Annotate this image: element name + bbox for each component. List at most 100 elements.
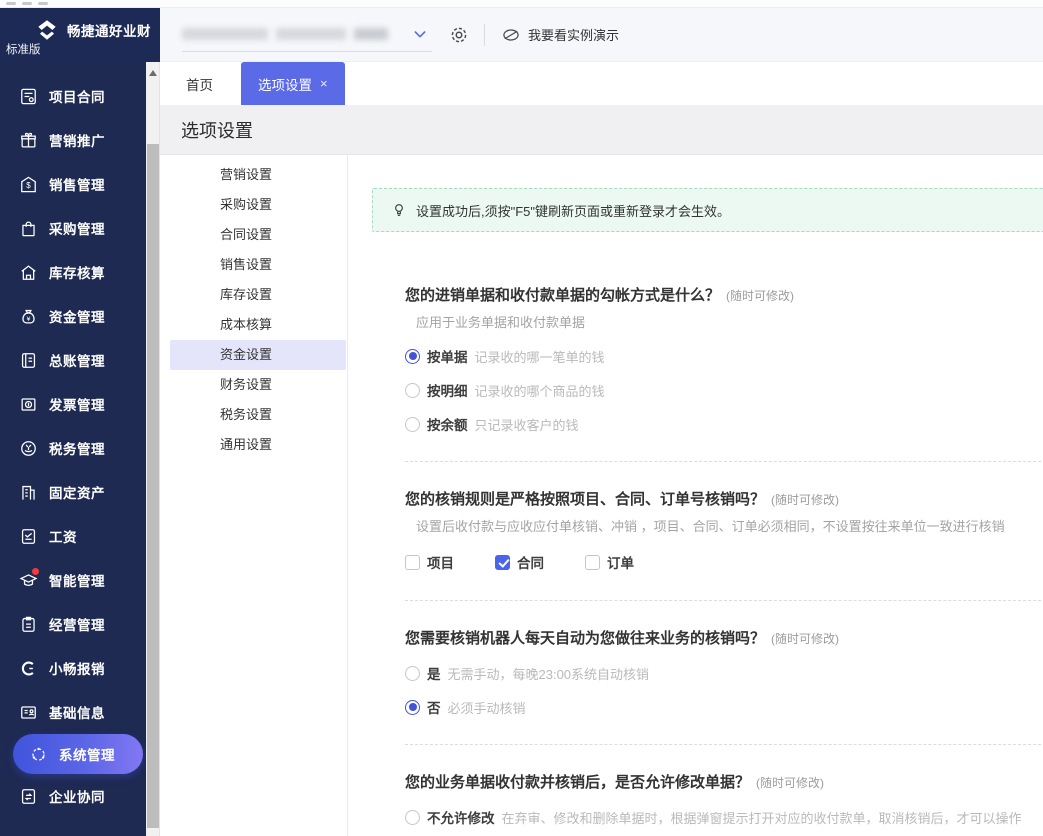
scroll-up-arrow[interactable] [149, 70, 157, 76]
module-sidebar: 项目合同 营销推广 $ 销售管理 采购管理 库存核算 ¥ 资金管理 总账管理 发… [0, 62, 146, 836]
browser-edge-strip [0, 0, 1043, 8]
radio-option-yes[interactable]: 是 无需手动，每晚23:00系统自动核销 [405, 664, 1043, 682]
sidebar-item-purchase[interactable]: 采购管理 [0, 206, 146, 250]
question-note: 应用于业务单据和收付款单据 [416, 315, 586, 330]
fixed-assets-icon [22, 485, 35, 500]
tab-close-icon[interactable]: × [320, 77, 328, 90]
radio-icon[interactable] [405, 416, 420, 432]
sidebar-item-tax[interactable]: 税务管理 [0, 426, 146, 470]
org-selector[interactable] [182, 18, 432, 52]
question-heading: 您的核销规则是严格按照项目、合同、订单号核销吗？ (随时可修改) [405, 491, 840, 508]
payroll-icon [21, 528, 36, 544]
sales-icon: $ [21, 176, 36, 192]
sidebar-item-smart-management[interactable]: 智能管理 [0, 558, 146, 602]
brand-logo-icon [38, 20, 56, 40]
question-heading: 您的进销单据和收付款单据的勾帐方式是什么？ (随时可修改) [405, 287, 795, 304]
checkbox-icon[interactable] [405, 554, 420, 570]
radio-selected-icon[interactable] [405, 699, 420, 715]
checkbox-icon[interactable] [585, 554, 600, 570]
inventory-icon [21, 264, 36, 280]
radio-icon[interactable] [405, 382, 420, 398]
content-area: 首页 选项设置 × 选项设置 营销设置 采购设置 合同设置 销售设置 库存设置 … [160, 62, 1043, 836]
notice-text: 设置成功后,须按"F5"键刷新页面或重新登录才会生效。 [416, 203, 731, 219]
question-checking-method: 您的进销单据和收付款单据的勾帐方式是什么？ (随时可修改) 应用于业务单据和收付款… [405, 284, 1043, 433]
sidebar-item-marketing[interactable]: 营销推广 [0, 118, 146, 162]
operations-icon [22, 616, 35, 632]
settings-nav-funds[interactable]: 资金设置 [170, 340, 346, 370]
sidebar-scrollbar[interactable] [146, 62, 160, 836]
radio-option-disallow-modify[interactable]: 不允许修改 在弃审、修改和删除单据时，根据弹窗提示打开对应的收付款单，取消核销后… [405, 808, 1043, 826]
radio-option-by-balance[interactable]: 按余额 只记录收客户的钱 [405, 415, 1043, 433]
settings-nav-sales[interactable]: 销售设置 [170, 250, 346, 280]
radio-option-by-detail[interactable]: 按明细 记录收的哪个商品的钱 [405, 381, 1043, 399]
demo-link[interactable]: 我要看实例演示 [501, 25, 619, 45]
section-divider [405, 744, 1043, 745]
settings-nav-finance[interactable]: 财务设置 [170, 370, 346, 400]
sidebar-item-inventory[interactable]: 库存核算 [0, 250, 146, 294]
contract-icon [21, 88, 36, 104]
collaboration-icon [21, 788, 36, 804]
question-hint: (随时可修改) [756, 776, 825, 790]
question-heading: 您的业务单据收付款并核销后，是否允许修改单据？ (随时可修改) [405, 774, 825, 791]
settings-nav-contract[interactable]: 合同设置 [170, 220, 346, 250]
radio-option-no[interactable]: 否 必须手动核销 [405, 698, 1043, 716]
demo-chat-icon [503, 28, 519, 41]
radio-icon[interactable] [405, 665, 420, 681]
question-hint: (随时可修改) [726, 289, 795, 303]
sidebar-item-general-ledger[interactable]: 总账管理 [0, 338, 146, 382]
tab-option-settings[interactable]: 选项设置 × [241, 62, 345, 105]
app-window: 畅捷通好业财 标准版 我要看实例演示 项目合同 营销推广 $ 销售管理 采购管理… [0, 0, 1043, 836]
chevron-down-icon[interactable] [412, 26, 428, 42]
radio-selected-icon[interactable] [405, 348, 420, 364]
tab-bar: 首页 选项设置 × [160, 62, 1043, 105]
basic-info-icon [21, 705, 36, 719]
sidebar-item-collaboration[interactable]: 企业协同 [0, 774, 146, 818]
funds-icon: ¥ [22, 309, 35, 323]
question-auto-writeoff-robot: 您需要核销机器人每天自动为您做往来业务的核销吗？ (随时可修改) 是 无需手动，每… [405, 627, 1043, 716]
success-notice: 设置成功后,须按"F5"键刷新页面或重新登录才会生效。 [372, 188, 1043, 232]
brand-logo-block: 畅捷通好业财 标准版 [0, 8, 160, 62]
sidebar-item-invoice[interactable]: 发票管理 [0, 382, 146, 426]
settings-nav-general[interactable]: 通用设置 [170, 430, 346, 460]
ledger-icon [21, 352, 36, 368]
sidebar-item-sales[interactable]: $ 销售管理 [0, 162, 146, 206]
sidebar-item-reimburse[interactable]: 小畅报销 [0, 646, 146, 690]
sidebar-item-system-management[interactable]: 系统管理 [13, 734, 143, 774]
system-icon [32, 747, 45, 761]
sidebar-item-payroll[interactable]: 工资 [0, 514, 146, 558]
checkbox-contract[interactable]: 合同 [495, 552, 585, 572]
sidebar-item-project-contract[interactable]: 项目合同 [0, 74, 146, 118]
org-name-redacted [182, 28, 268, 40]
settings-nav-cost[interactable]: 成本核算 [170, 310, 346, 340]
lightbulb-icon [395, 204, 403, 216]
sidebar-item-operations[interactable]: 经营管理 [0, 602, 146, 646]
svg-text:$: $ [26, 181, 31, 190]
settings-nav-inventory[interactable]: 库存设置 [170, 280, 346, 310]
settings-nav-marketing[interactable]: 营销设置 [170, 160, 346, 190]
checkbox-checked-icon[interactable] [495, 554, 510, 570]
svg-text:¥: ¥ [27, 315, 31, 322]
radio-icon[interactable] [405, 809, 420, 825]
tax-icon [21, 440, 36, 456]
question-heading: 您需要核销机器人每天自动为您做往来业务的核销吗？ (随时可修改) [405, 630, 840, 647]
edition-label: 标准版 [6, 44, 41, 56]
checkbox-order[interactable]: 订单 [585, 552, 675, 572]
product-name: 畅捷通好业财 [67, 24, 151, 39]
settings-nav-tax[interactable]: 税务设置 [170, 400, 346, 430]
question-hint: (随时可修改) [771, 493, 840, 507]
scrollbar-thumb[interactable] [147, 144, 159, 828]
purchase-icon [22, 221, 35, 236]
gear-icon[interactable] [448, 24, 470, 46]
page-title-bar: 选项设置 [160, 105, 1043, 155]
radio-option-by-document[interactable]: 按单据 记录收的哪一笔单的钱 [405, 347, 1043, 365]
sidebar-item-fixed-assets[interactable]: 固定资产 [0, 470, 146, 514]
sidebar-item-basic-info[interactable]: 基础信息 [0, 690, 146, 734]
settings-panel: 设置成功后,须按"F5"键刷新页面或重新登录才会生效。 您的进销单据和收付款单据… [348, 155, 1043, 836]
top-header: 我要看实例演示 [160, 8, 1043, 62]
section-divider [405, 461, 1043, 462]
tab-home[interactable]: 首页 [170, 62, 229, 105]
sidebar-item-funds[interactable]: ¥ 资金管理 [0, 294, 146, 338]
checkbox-project[interactable]: 项目 [405, 552, 495, 572]
settings-category-nav: 营销设置 采购设置 合同设置 销售设置 库存设置 成本核算 资金设置 财务设置 … [160, 155, 348, 836]
settings-nav-purchase[interactable]: 采购设置 [170, 190, 346, 220]
